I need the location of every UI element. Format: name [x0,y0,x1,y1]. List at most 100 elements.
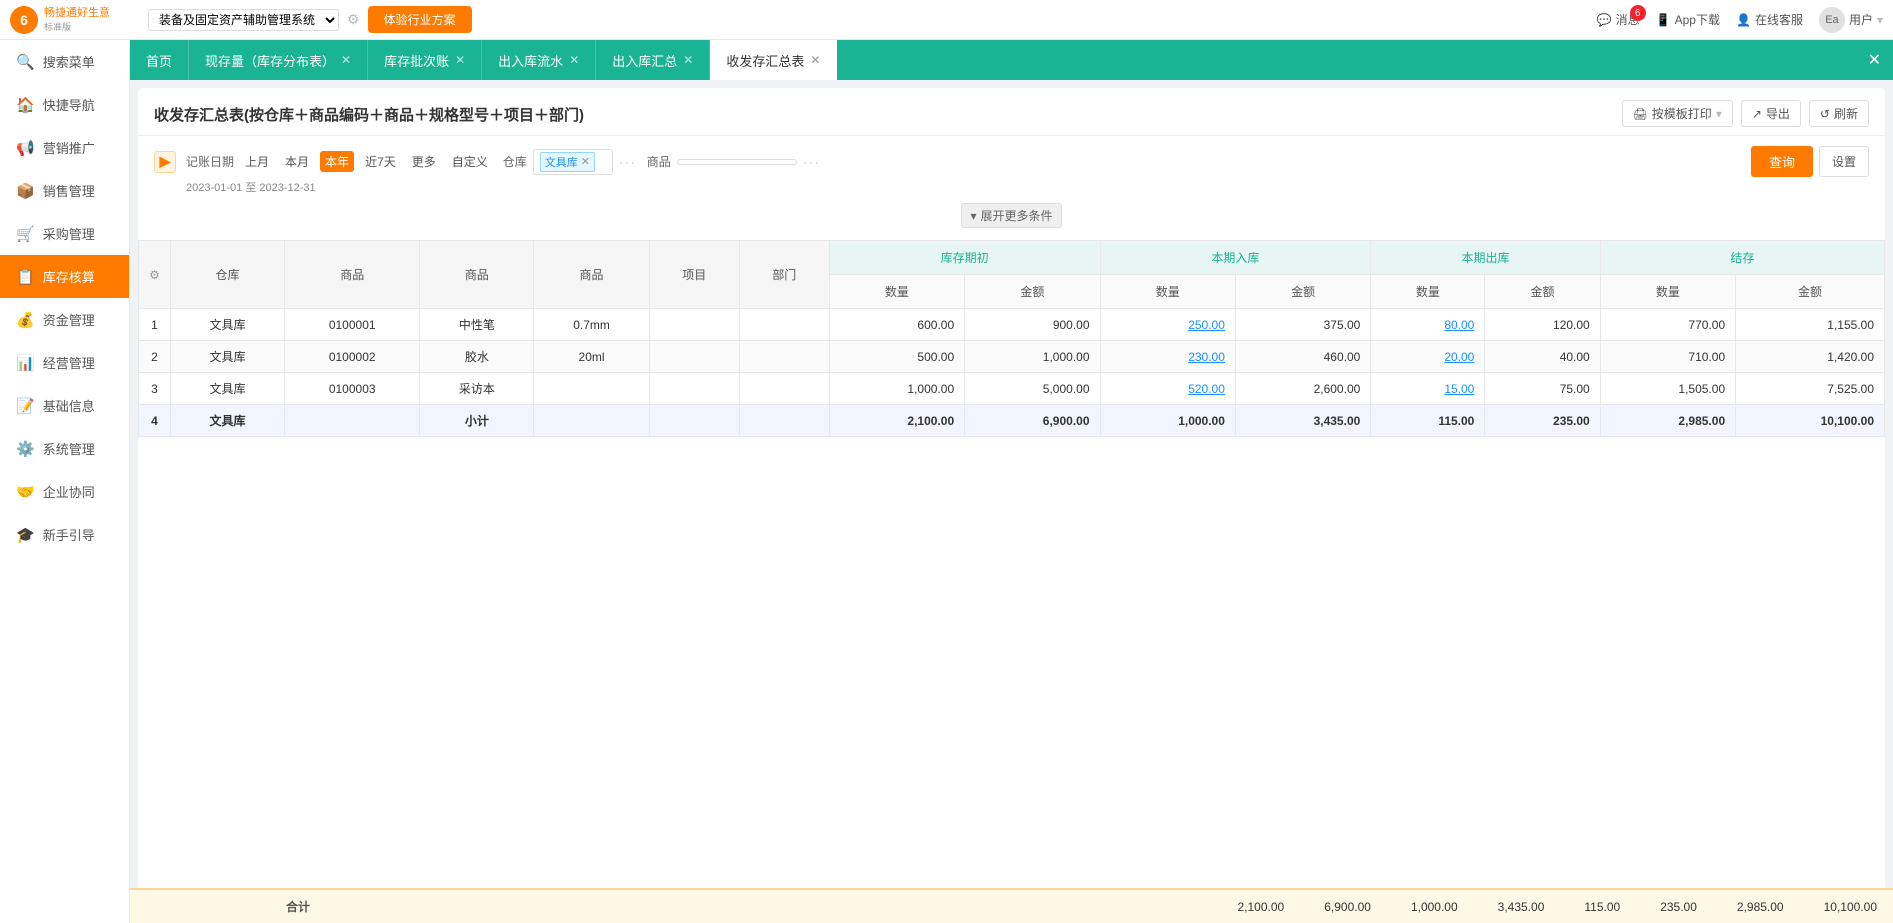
sidebar-item-enterprise[interactable]: 🤝 企业协同 [0,470,129,513]
filter-toggle-button[interactable]: ▶ [154,151,176,173]
trial-button[interactable]: 体验行业方案 [368,6,472,33]
sidebar-item-search[interactable]: 🔍 搜索菜单 [0,40,129,83]
table-footer: 合计 2,100.00 6,900.00 1,000.00 3,435.00 [130,888,1893,923]
tab-home[interactable]: 首页 [130,40,189,80]
row-goods-spec: 20ml [534,341,649,373]
message-icon: 💬 [1597,13,1612,27]
online-service-button[interactable]: 👤 在线客服 [1736,11,1803,28]
goods-more[interactable]: ··· [803,155,821,169]
print-button[interactable]: 🖨 按模板打印 ▾ [1622,100,1733,127]
message-button[interactable]: 💬 消息 6 [1597,11,1640,28]
row-goods-name: 采访本 [420,373,534,405]
col-in-header: 本期入库 [1100,241,1371,275]
tab-close-batch-ledger[interactable]: ✕ [455,53,465,67]
tab-close-in-out-flow[interactable]: ✕ [569,53,579,67]
tab-stock-dist[interactable]: 现存量（库存分布表） ✕ [189,40,368,80]
col-goods-spec-header: 商品 [534,241,649,309]
warehouse-filter: 仓库 文具库 ✕ ··· [503,149,637,175]
col-goods-name-header: 商品 [420,241,534,309]
setting-button[interactable]: 设置 [1819,146,1869,177]
date-btn-this-month[interactable]: 本月 [280,151,314,172]
tabs-bar: 首页 现存量（库存分布表） ✕ 库存批次账 ✕ 出入库流水 ✕ 出入库汇总 ✕ [130,40,1893,80]
row-in-qty[interactable]: 230.00 [1100,341,1235,373]
logo-icon: 6 [10,6,38,34]
footer-opening-amt: 6,900.00 [1324,900,1371,914]
tab-in-out-summary[interactable]: 出入库汇总 ✕ [596,40,710,80]
row-no: 4 [139,405,171,437]
purchase-icon: 🛒 [16,225,35,243]
tab-batch-ledger[interactable]: 库存批次账 ✕ [368,40,482,80]
refresh-button[interactable]: ↺ 刷新 [1809,100,1869,127]
date-btn-more[interactable]: 更多 [407,151,441,172]
date-btn-7days[interactable]: 近7天 [360,151,401,172]
col-settings-header[interactable]: ⚙ [139,241,171,309]
app-download-button[interactable]: 📱 App下载 [1656,11,1720,28]
sidebar-item-basic-info[interactable]: 📝 基础信息 [0,384,129,427]
table-row: 3 文具库 0100003 采访本 1,000.00 5,000.00 520.… [139,373,1885,405]
sidebar-item-guide[interactable]: 🎓 新手引导 [0,513,129,556]
sidebar-item-marketing[interactable]: 📢 营销推广 [0,126,129,169]
date-btn-custom[interactable]: 自定义 [447,151,493,172]
row-dept [739,341,829,373]
row-out-qty[interactable]: 80.00 [1371,309,1485,341]
row-out-qty[interactable]: 20.00 [1371,341,1485,373]
tab-close-in-out-summary[interactable]: ✕ [683,53,693,67]
row-balance-qty: 2,985.00 [1600,405,1735,437]
col-dept-header: 部门 [739,241,829,309]
tab-close-recv-send-summary[interactable]: ✕ [810,53,820,67]
warehouse-more[interactable]: ··· [619,155,637,169]
row-out-amt: 40.00 [1485,341,1600,373]
row-in-amt: 3,435.00 [1235,405,1370,437]
row-warehouse: 文具库 [171,341,285,373]
date-range-display: 2023-01-01 至 2023-12-31 [186,182,316,194]
sidebar-item-purchase[interactable]: 🛒 采购管理 [0,212,129,255]
finance-icon: 💰 [16,311,35,329]
col-warehouse-header: 仓库 [171,241,285,309]
home-icon: 🏠 [16,96,35,114]
date-btn-this-year[interactable]: 本年 [320,151,354,172]
tabs-close-all[interactable]: ✕ [1856,50,1893,70]
warehouse-tag-input[interactable]: 文具库 ✕ [533,149,613,175]
user-menu[interactable]: Ea 用户 ▾ [1819,7,1883,33]
sidebar: 🔍 搜索菜单 🏠 快捷导航 📢 营销推广 📦 销售管理 🛒 采购管理 📋 [0,40,130,923]
goods-filter-label: 商品 [647,153,671,170]
date-btn-last-month[interactable]: 上月 [240,151,274,172]
sidebar-item-quick-nav[interactable]: 🏠 快捷导航 [0,83,129,126]
footer-balance-amt: 10,100.00 [1824,900,1877,914]
sidebar-item-finance[interactable]: 💰 资金管理 [0,298,129,341]
row-warehouse: 文具库 [171,373,285,405]
tab-close-stock-dist[interactable]: ✕ [341,53,351,67]
system-select[interactable]: 装备及固定资产辅助管理系统 [148,9,339,31]
sidebar-item-inventory[interactable]: 📋 库存核算 [0,255,129,298]
sidebar-item-operation[interactable]: 📊 经营管理 [0,341,129,384]
row-balance-qty: 710.00 [1600,341,1735,373]
row-balance-amt: 10,100.00 [1736,405,1885,437]
footer-out-amt: 235.00 [1660,900,1697,914]
row-in-qty[interactable]: 520.00 [1100,373,1235,405]
sidebar-item-sales[interactable]: 📦 销售管理 [0,169,129,212]
logo-tag: 标准版 [44,20,110,33]
tab-recv-send-summary[interactable]: 收发存汇总表 ✕ [710,40,837,80]
row-out-qty[interactable]: 15.00 [1371,373,1485,405]
col-opening-qty-header: 数量 [829,275,964,309]
row-dept [739,373,829,405]
export-button[interactable]: ↗ 导出 [1741,100,1801,127]
sidebar-item-system[interactable]: ⚙️ 系统管理 [0,427,129,470]
tab-in-out-flow[interactable]: 出入库流水 ✕ [482,40,596,80]
row-no: 3 [139,373,171,405]
refresh-icon: ↺ [1820,107,1830,121]
col-out-header: 本期出库 [1371,241,1600,275]
row-no: 1 [139,309,171,341]
table-settings-icon[interactable]: ⚙ [149,268,160,282]
row-project [649,341,739,373]
warehouse-tag-close[interactable]: ✕ [581,155,590,168]
system-icon: ⚙️ [16,440,35,458]
settings-icon[interactable]: ⚙ [347,11,360,28]
row-in-qty[interactable]: 250.00 [1100,309,1235,341]
expand-filter-button[interactable]: ▾ 展开更多条件 [961,203,1061,228]
col-project-header: 项目 [649,241,739,309]
row-out-amt: 120.00 [1485,309,1600,341]
query-button[interactable]: 查询 [1751,146,1813,177]
goods-tag-input[interactable] [677,159,797,165]
col-balance-header: 结存 [1600,241,1884,275]
